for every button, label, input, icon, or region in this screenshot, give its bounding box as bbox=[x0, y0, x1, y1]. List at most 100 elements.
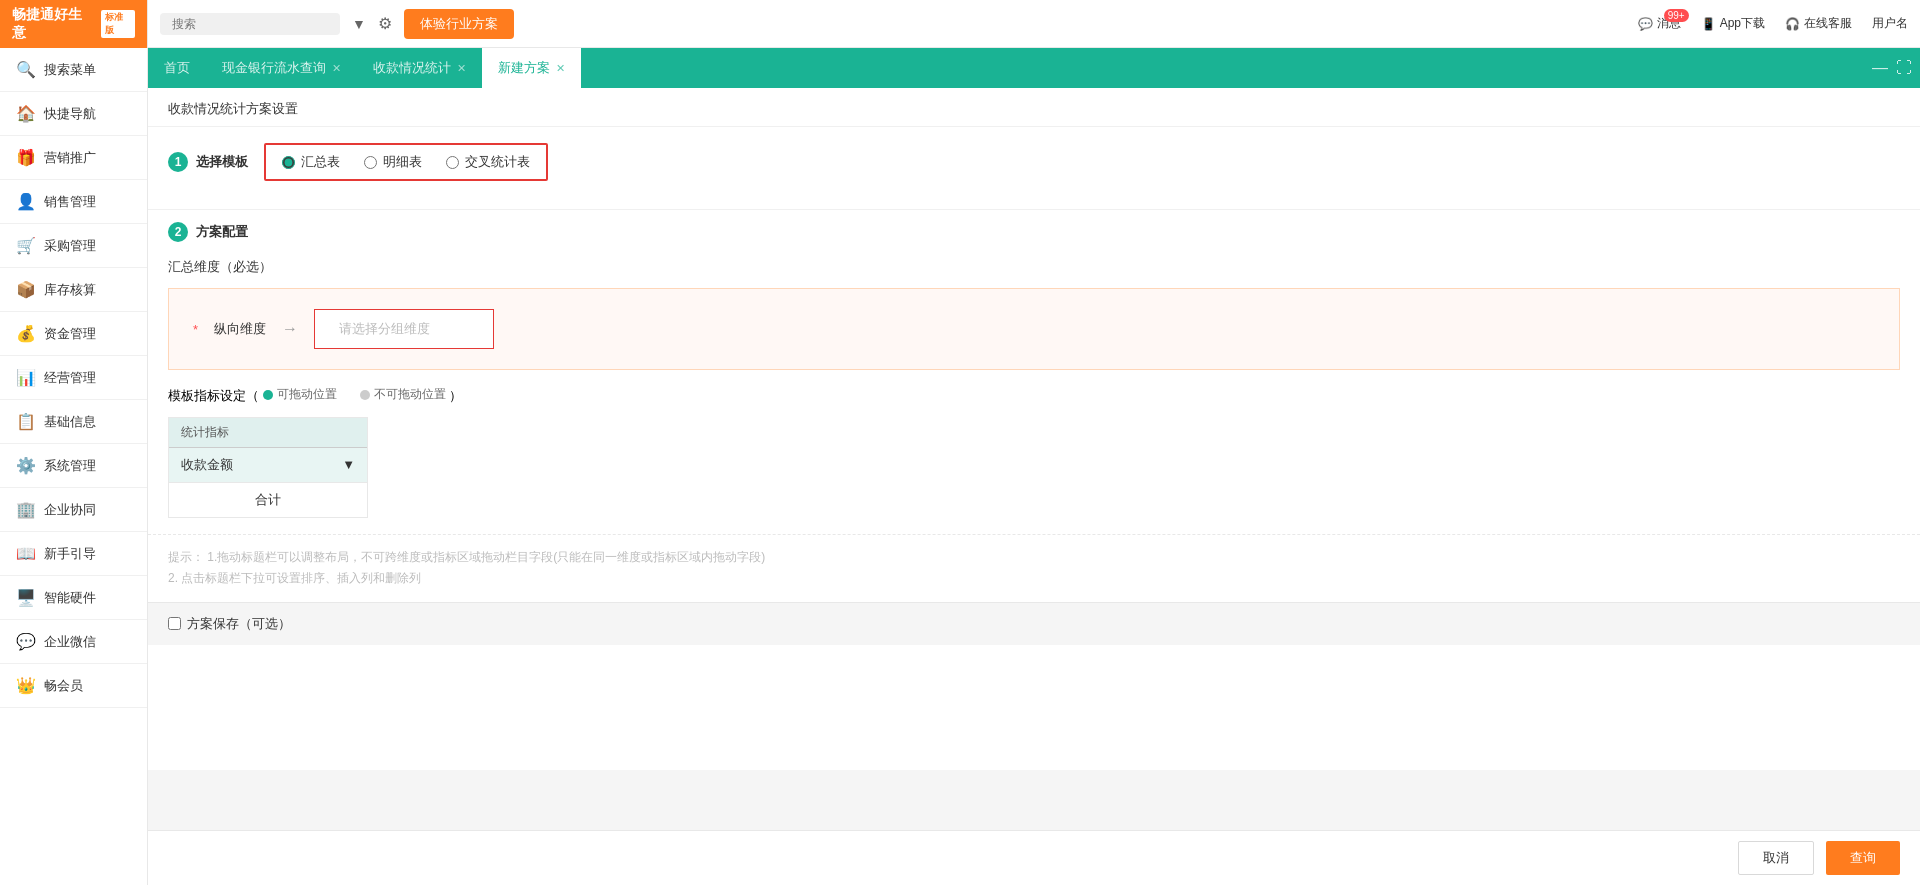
service-icon: 🎧 bbox=[1785, 17, 1800, 31]
gear-icon[interactable]: ⚙ bbox=[378, 14, 392, 33]
tips-section: 提示： 1.拖动标题栏可以调整布局，不可跨维度或指标区域拖动栏目字段(只能在同一… bbox=[148, 534, 1920, 602]
sidebar-item-label: 企业协同 bbox=[44, 501, 96, 519]
template-cross-option[interactable]: 交叉统计表 bbox=[446, 153, 530, 171]
draggable-dot bbox=[263, 390, 273, 400]
tab-home-label: 首页 bbox=[164, 59, 190, 77]
step1-section: 1 选择模板 汇总表 明细表 交叉统计表 bbox=[148, 127, 1920, 210]
sidebar: 畅捷通好生意 标准版 🔍 搜索菜单 🏠 快捷导航 🎁 营销推广 👤 销售管理 🛒… bbox=[0, 0, 148, 885]
marketing-icon: 🎁 bbox=[16, 148, 36, 167]
tab-new-plan-close[interactable]: ✕ bbox=[556, 62, 565, 75]
sidebar-item-basic-info[interactable]: 📋 基础信息 bbox=[0, 400, 147, 444]
template-options: 汇总表 明细表 交叉统计表 bbox=[264, 143, 548, 181]
toggle-group: 可拖动位置 不可拖动位置 bbox=[263, 386, 446, 403]
member-icon: 👑 bbox=[16, 676, 36, 695]
dimension-row: * 纵向维度 → 请选择分组维度 bbox=[193, 309, 1875, 349]
template-summary-label: 汇总表 bbox=[301, 153, 340, 171]
messages-button[interactable]: 💬 消息 99+ bbox=[1638, 15, 1681, 32]
sidebar-item-inventory[interactable]: 📦 库存核算 bbox=[0, 268, 147, 312]
sidebar-item-quick-nav[interactable]: 🏠 快捷导航 bbox=[0, 92, 147, 136]
tip-line2: 2. 点击标题栏下拉可设置排序、插入列和删除列 bbox=[168, 568, 1900, 590]
sidebar-item-operations[interactable]: 📊 经营管理 bbox=[0, 356, 147, 400]
tip-line1: 提示： 1.拖动标题栏可以调整布局，不可跨维度或指标区域拖动栏目字段(只能在同一… bbox=[168, 547, 1900, 569]
system-icon: ⚙️ bbox=[16, 456, 36, 475]
search-menu-icon: 🔍 bbox=[16, 60, 36, 79]
online-service-button[interactable]: 🎧 在线客服 bbox=[1785, 15, 1852, 32]
stats-table: 统计指标 收款金额 ▼ 合计 bbox=[168, 417, 368, 518]
col-header-text: 收款金额 bbox=[181, 456, 233, 474]
page-title: 收款情况统计方案设置 bbox=[168, 101, 298, 116]
tabbar-actions: — ⛶ bbox=[1872, 59, 1920, 77]
username-label: 用户名 bbox=[1872, 15, 1908, 32]
step1-number: 1 bbox=[168, 152, 188, 172]
app-download-button[interactable]: 📱 App下载 bbox=[1701, 15, 1765, 32]
app-download-label: App下载 bbox=[1720, 15, 1765, 32]
query-button[interactable]: 查询 bbox=[1826, 841, 1900, 875]
tab-home[interactable]: 首页 bbox=[148, 48, 206, 88]
tab-collection-stat-close[interactable]: ✕ bbox=[457, 62, 466, 75]
topbar: ▼ ⚙ 体验行业方案 💬 消息 99+ 📱 App下载 🎧 在线客服 用户名 bbox=[148, 0, 1920, 48]
step2-label: 方案配置 bbox=[196, 223, 248, 241]
quick-nav-icon: 🏠 bbox=[16, 104, 36, 123]
logo-text: 畅捷通好生意 bbox=[12, 6, 93, 42]
sidebar-item-label: 库存核算 bbox=[44, 281, 96, 299]
sidebar-item-guide[interactable]: 📖 新手引导 bbox=[0, 532, 147, 576]
search-input[interactable] bbox=[160, 13, 340, 35]
save-checkbox[interactable] bbox=[168, 617, 181, 630]
step1-label: 选择模板 bbox=[196, 153, 248, 171]
sidebar-item-sales[interactable]: 👤 销售管理 bbox=[0, 180, 147, 224]
sidebar-item-enterprise[interactable]: 🏢 企业协同 bbox=[0, 488, 147, 532]
sales-icon: 👤 bbox=[16, 192, 36, 211]
arrow-icon: → bbox=[282, 320, 298, 338]
step1-title: 1 选择模板 汇总表 明细表 交叉统计表 bbox=[168, 143, 1900, 181]
app-icon: 📱 bbox=[1701, 17, 1716, 31]
operations-icon: 📊 bbox=[16, 368, 36, 387]
non-draggable-toggle: 不可拖动位置 bbox=[360, 386, 446, 403]
tab-minimize-button[interactable]: — bbox=[1872, 59, 1888, 77]
sidebar-item-smart-hw[interactable]: 🖥️ 智能硬件 bbox=[0, 576, 147, 620]
dimension-area: * 纵向维度 → 请选择分组维度 bbox=[168, 288, 1900, 370]
save-option[interactable]: 方案保存（可选） bbox=[168, 615, 291, 633]
tab-new-plan[interactable]: 新建方案 ✕ bbox=[482, 48, 581, 88]
page-header: 收款情况统计方案设置 bbox=[148, 88, 1920, 127]
template-summary-option[interactable]: 汇总表 bbox=[282, 153, 340, 171]
sidebar-item-wechat[interactable]: 💬 企业微信 bbox=[0, 620, 147, 664]
template-cross-radio[interactable] bbox=[446, 156, 459, 169]
template-detail-radio[interactable] bbox=[364, 156, 377, 169]
template-detail-option[interactable]: 明细表 bbox=[364, 153, 422, 171]
sidebar-item-label: 企业微信 bbox=[44, 633, 96, 651]
sidebar-item-marketing[interactable]: 🎁 营销推广 bbox=[0, 136, 147, 180]
metrics-section: 模板指标设定（ 可拖动位置 不可拖动位置 bbox=[168, 386, 1900, 518]
tabbar: 首页 现金银行流水查询 ✕ 收款情况统计 ✕ 新建方案 ✕ — ⛶ bbox=[148, 48, 1920, 88]
enterprise-icon: 🏢 bbox=[16, 500, 36, 519]
sidebar-item-label: 销售管理 bbox=[44, 193, 96, 211]
online-service-label: 在线客服 bbox=[1804, 15, 1852, 32]
stats-col-sub: 合计 bbox=[169, 483, 367, 517]
industry-button[interactable]: 体验行业方案 bbox=[404, 9, 514, 39]
action-bar: 取消 查询 bbox=[148, 830, 1920, 885]
dropdown-button[interactable]: ▼ bbox=[352, 16, 366, 32]
sidebar-item-search-menu[interactable]: 🔍 搜索菜单 bbox=[0, 48, 147, 92]
tab-bank-flow-close[interactable]: ✕ bbox=[332, 62, 341, 75]
stats-label: 统计指标 bbox=[181, 425, 229, 439]
topbar-right: 💬 消息 99+ 📱 App下载 🎧 在线客服 用户名 bbox=[1638, 15, 1908, 32]
tab-collection-stat[interactable]: 收款情况统计 ✕ bbox=[357, 48, 482, 88]
sidebar-item-label: 营销推广 bbox=[44, 149, 96, 167]
sidebar-item-purchase[interactable]: 🛒 采购管理 bbox=[0, 224, 147, 268]
dimension-select-placeholder: 请选择分组维度 bbox=[339, 320, 430, 338]
sidebar-item-system[interactable]: ⚙️ 系统管理 bbox=[0, 444, 147, 488]
dimension-subsection: 汇总维度（必选） * 纵向维度 → 请选择分组维度 bbox=[168, 258, 1900, 370]
tab-bank-flow[interactable]: 现金银行流水查询 ✕ bbox=[206, 48, 357, 88]
template-cross-label: 交叉统计表 bbox=[465, 153, 530, 171]
stats-col-header[interactable]: 收款金额 ▼ bbox=[169, 448, 367, 483]
metrics-setting-label: 模板指标设定（ 可拖动位置 不可拖动位置 bbox=[168, 386, 462, 405]
sidebar-item-member[interactable]: 👑 畅会员 bbox=[0, 664, 147, 708]
sidebar-item-finance[interactable]: 💰 资金管理 bbox=[0, 312, 147, 356]
template-summary-radio[interactable] bbox=[282, 156, 295, 169]
template-detail-label: 明细表 bbox=[383, 153, 422, 171]
metrics-header: 模板指标设定（ 可拖动位置 不可拖动位置 bbox=[168, 386, 1900, 405]
cancel-button[interactable]: 取消 bbox=[1738, 841, 1814, 875]
wechat-icon: 💬 bbox=[16, 632, 36, 651]
dimension-select[interactable]: 请选择分组维度 bbox=[314, 309, 494, 349]
stats-header-row: 收款金额 ▼ bbox=[169, 448, 367, 483]
tab-maximize-button[interactable]: ⛶ bbox=[1896, 59, 1912, 77]
